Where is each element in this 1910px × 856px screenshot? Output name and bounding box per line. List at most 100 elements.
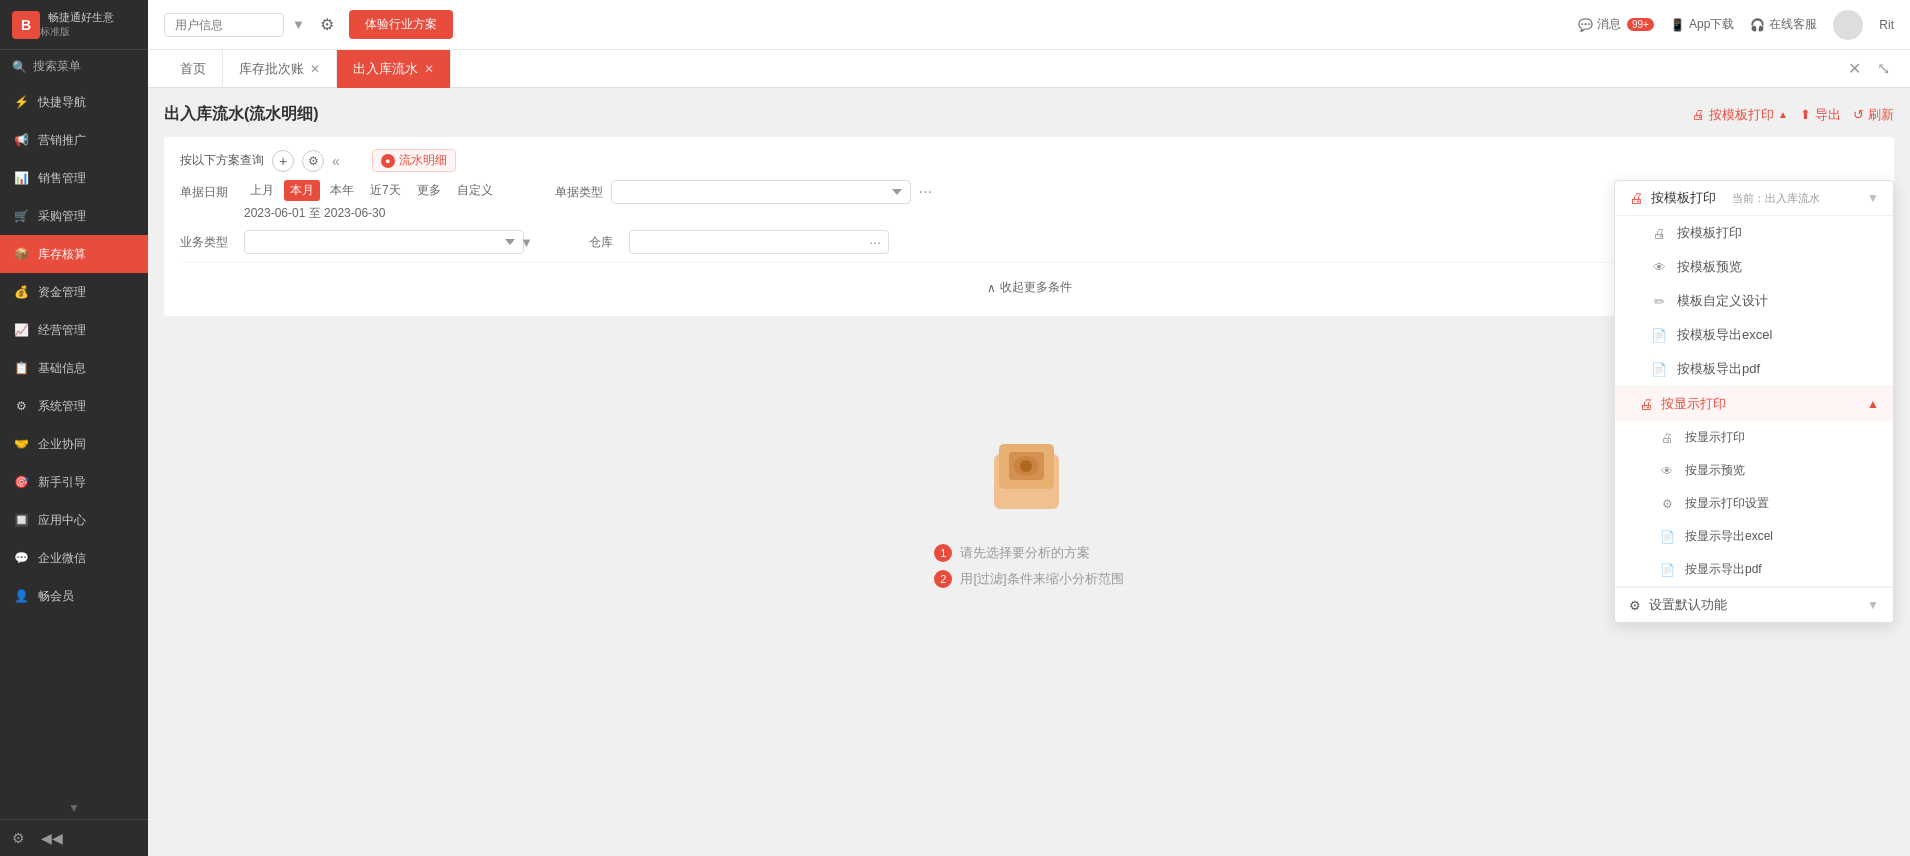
date-tab-last-month[interactable]: 上月 (244, 180, 280, 201)
template-excel-item-3[interactable]: 📄 按模板导出excel (1615, 318, 1893, 352)
sidebar-item-operations[interactable]: 📈 经营管理 (0, 311, 148, 349)
logo-sub: 标准版 (40, 25, 114, 39)
filter-add-btn[interactable]: + (272, 150, 294, 172)
date-label: 单据日期 (180, 180, 228, 201)
template-pdf-item-4[interactable]: 📄 按模板导出pdf (1615, 352, 1893, 386)
template-print-item-0[interactable]: 🖨 按模板打印 (1615, 216, 1893, 250)
display-settings-item-2[interactable]: ⚙ 按显示打印设置 (1615, 487, 1893, 520)
display-settings-label-2: 按显示打印设置 (1685, 495, 1769, 512)
current-label: 当前：出入库流水 (1732, 191, 1820, 206)
filter-settings-btn[interactable]: ⚙ (302, 150, 324, 172)
topbar-chevron-icon[interactable]: ▼ (292, 17, 305, 32)
collapse-btn[interactable]: ∧ 收起更多条件 (987, 279, 1072, 296)
sidebar-item-quick-nav[interactable]: ⚡ 快捷导航 (0, 83, 148, 121)
refresh-btn[interactable]: ↺ 刷新 (1853, 106, 1894, 124)
wechat-icon: 💬 (12, 549, 30, 567)
sidebar-item-finance[interactable]: 💰 资金管理 (0, 273, 148, 311)
inventory-icon: 📦 (12, 245, 30, 263)
topbar: ▼ ⚙ 体验行业方案 💬 消息 99+ 📱 App下载 🎧 在线客服 (148, 0, 1910, 50)
print-icon: 🖨 (1692, 107, 1705, 122)
message-badge: 99+ (1627, 18, 1654, 31)
warehouse-more-icon[interactable]: ··· (869, 234, 881, 250)
sidebar-item-wechat[interactable]: 💬 企业微信 (0, 539, 148, 577)
template-preview-label-1: 按模板预览 (1677, 258, 1742, 276)
tab-expand-icon[interactable]: ⤡ (1873, 55, 1894, 82)
member-icon: 👤 (12, 587, 30, 605)
biz-type-select[interactable] (244, 230, 524, 254)
display-print-item-0[interactable]: 🖨 按显示打印 (1615, 421, 1893, 454)
topbar-gear-icon[interactable]: ⚙ (313, 11, 341, 39)
sidebar-item-member[interactable]: 👤 畅会员 (0, 577, 148, 615)
doc-type-more-icon[interactable]: ··· (919, 183, 932, 201)
template-design-item-2[interactable]: ✏ 模板自定义设计 (1615, 284, 1893, 318)
sidebar-item-label: 应用中心 (38, 512, 86, 529)
template-print-header[interactable]: 🖨 按模板打印 当前：出入库流水 ▼ (1615, 181, 1893, 216)
user-avatar[interactable] (1833, 10, 1863, 40)
industry-btn[interactable]: 体验行业方案 (349, 10, 453, 39)
sidebar-item-appstore[interactable]: 🔲 应用中心 (0, 501, 148, 539)
page-title: 出入库流水(流水明细) (164, 104, 319, 125)
template-pdf-icon-4: 📄 (1651, 361, 1667, 377)
tabs-right-controls: ✕ ⤡ (1844, 55, 1894, 82)
type-tag[interactable]: ● 流水明细 (372, 149, 456, 172)
sidebar-item-guide[interactable]: 🎯 新手引导 (0, 463, 148, 501)
app-download-btn[interactable]: 📱 App下载 (1670, 16, 1734, 33)
sidebar-item-label: 系统管理 (38, 398, 86, 415)
filter-collapse-icon[interactable]: « (332, 153, 340, 169)
sidebar-search-item[interactable]: 🔍 搜索菜单 (0, 50, 148, 83)
tab-in-out-flow[interactable]: 出入库流水 ✕ (337, 50, 451, 88)
display-print-header[interactable]: 🖨 按显示打印 ▲ (1615, 387, 1893, 421)
type-tag-area: ● 流水明细 (372, 149, 456, 172)
template-preview-item-1[interactable]: 👁 按模板预览 (1615, 250, 1893, 284)
sidebar-item-marketing[interactable]: 📢 营销推广 (0, 121, 148, 159)
template-print-section: 🖨 按模板打印 当前：出入库流水 ▼ 🖨 按模板打印 👁 (1615, 181, 1893, 387)
date-tab-more[interactable]: 更多 (411, 180, 447, 201)
user-input[interactable] (164, 13, 284, 37)
sidebar-item-label: 销售管理 (38, 170, 86, 187)
doc-type-select[interactable] (611, 180, 911, 204)
marketing-icon: 📢 (12, 131, 30, 149)
collab-icon: 🤝 (12, 435, 30, 453)
display-preview-item-1[interactable]: 👁 按显示预览 (1615, 454, 1893, 487)
sidebar-item-basics[interactable]: 📋 基础信息 (0, 349, 148, 387)
dropdown-footer[interactable]: ⚙ 设置默认功能 ▼ (1615, 587, 1893, 622)
sidebar-item-purchase[interactable]: 🛒 采购管理 (0, 197, 148, 235)
sidebar-item-sales[interactable]: 📊 销售管理 (0, 159, 148, 197)
date-tab-custom[interactable]: 自定义 (451, 180, 499, 201)
stock-batch-close-icon[interactable]: ✕ (310, 62, 320, 76)
display-print-header-label: 按显示打印 (1661, 395, 1726, 413)
sidebar-item-collab[interactable]: 🤝 企业协同 (0, 425, 148, 463)
tab-close-all-icon[interactable]: ✕ (1844, 55, 1865, 82)
sidebar-item-inventory[interactable]: 📦 库存核算 (0, 235, 148, 273)
operations-icon: 📈 (12, 321, 30, 339)
tab-home[interactable]: 首页 (164, 50, 223, 88)
sidebar-item-label: 营销推广 (38, 132, 86, 149)
date-tab-7days[interactable]: 近7天 (364, 180, 407, 201)
display-excel-item-3[interactable]: 📄 按显示导出excel (1615, 520, 1893, 553)
filter-search-label: 按以下方案查询 (180, 152, 264, 169)
in-out-flow-close-icon[interactable]: ✕ (424, 62, 434, 76)
display-settings-icon-2: ⚙ (1659, 496, 1675, 512)
quick-nav-icon: ⚡ (12, 93, 30, 111)
display-excel-icon-3: 📄 (1659, 529, 1675, 545)
online-service-btn[interactable]: 🎧 在线客服 (1750, 16, 1817, 33)
print-btn[interactable]: 🖨 按模板打印 ▲ (1692, 106, 1788, 124)
main-area: ▼ ⚙ 体验行业方案 💬 消息 99+ 📱 App下载 🎧 在线客服 (148, 0, 1910, 856)
sidebar-scroll-down-arrow[interactable]: ▼ (68, 801, 80, 815)
settings-icon[interactable]: ⚙ (12, 830, 25, 846)
empty-hint-1: 1 请先选择要分析的方案 (934, 544, 1123, 562)
date-tab-this-year[interactable]: 本年 (324, 180, 360, 201)
type-tag-icon: ● (381, 154, 395, 168)
warehouse-input[interactable] (629, 230, 889, 254)
display-pdf-item-4[interactable]: 📄 按显示导出pdf (1615, 553, 1893, 586)
date-tab-this-month[interactable]: 本月 (284, 180, 320, 201)
sidebar: B 畅捷通好生意 标准版 🔍 搜索菜单 ⚡ 快捷导航 📢 营销推广 📊 销售管理 (0, 0, 148, 856)
tab-stock-batch[interactable]: 库存批次账 ✕ (223, 50, 337, 88)
collapse-sidebar-icon[interactable]: ◀◀ (41, 830, 63, 846)
sidebar-item-system[interactable]: ⚙ 系统管理 (0, 387, 148, 425)
date-range-display: 2023-06-01 至 2023-06-30 (244, 205, 499, 222)
message-icon: 💬 (1578, 18, 1593, 32)
export-btn[interactable]: ⬆ 导出 (1800, 106, 1841, 124)
biz-type-chevron-icon: ▼ (520, 235, 533, 250)
message-btn[interactable]: 💬 消息 99+ (1578, 16, 1654, 33)
